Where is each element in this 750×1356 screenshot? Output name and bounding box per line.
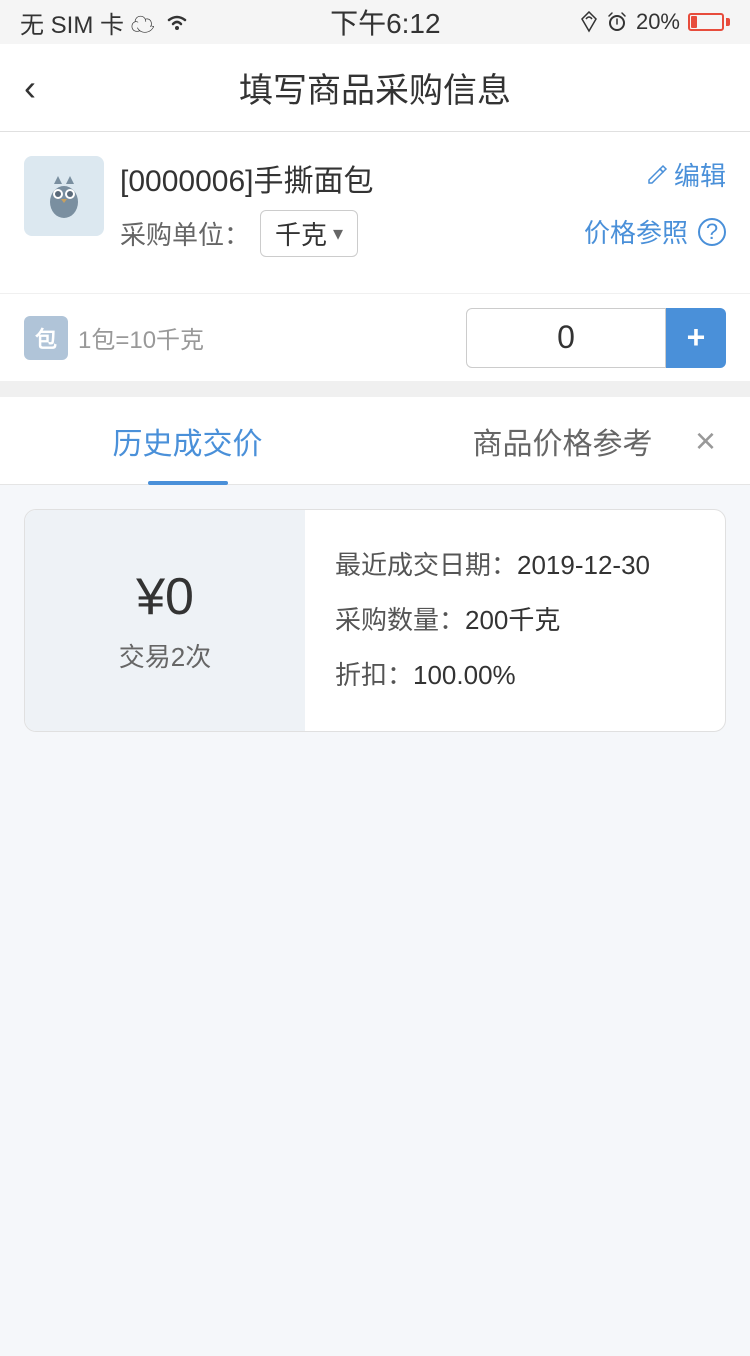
brand-logo-icon: [36, 168, 92, 224]
price-ref-label: 价格参照: [584, 213, 688, 250]
tab-content: ¥0 交易2次 最近成交日期：2019-12-30 采购数量：200千克 折扣：…: [0, 485, 750, 756]
unit-value: 千克: [275, 215, 327, 252]
discount-label: 折扣：: [335, 660, 413, 690]
status-bar: 无 SIM 卡 ☁ 下午6:12 20%: [0, 0, 750, 44]
price-ref-button[interactable]: 价格参照 ?: [584, 213, 726, 250]
product-unit-row: 采购单位： 千克 ▾: [120, 210, 373, 257]
unit-badge: 包: [24, 316, 68, 360]
location-icon: [580, 11, 598, 33]
status-time: 下午6:12: [330, 2, 441, 42]
price-detail-date: 最近成交日期：2019-12-30: [335, 546, 695, 585]
price-trade-count: 交易2次: [119, 637, 211, 674]
tab-active-underline: [148, 481, 228, 485]
edit-icon: [646, 164, 668, 186]
nav-bar: ‹ 填写商品采购信息: [0, 44, 750, 132]
discount-value: 100.00%: [413, 660, 516, 690]
unit-conversion: 1包=10千克: [78, 320, 204, 355]
battery-percent: 20%: [636, 9, 680, 35]
product-name: [0000006]手撕面包: [120, 156, 373, 200]
price-ref-help-icon: ?: [698, 218, 726, 246]
product-actions: 编辑 价格参照 ?: [584, 156, 726, 250]
plus-icon: +: [687, 319, 706, 356]
price-card: ¥0 交易2次 最近成交日期：2019-12-30 采购数量：200千克 折扣：…: [24, 509, 726, 732]
price-value: ¥0: [136, 567, 194, 627]
qty-label: 采购数量：: [335, 605, 465, 635]
qty-value: 200千克: [465, 605, 560, 635]
status-left: 无 SIM 卡 ☁: [20, 5, 191, 40]
bottom-area: [0, 756, 750, 1356]
quantity-section: 包 1包=10千克 +: [0, 293, 750, 381]
price-detail-discount: 折扣：100.00%: [335, 656, 695, 695]
product-header: [0000006]手撕面包 采购单位： 千克 ▾ 编辑: [24, 156, 726, 257]
chevron-down-icon: ▾: [333, 221, 343, 246]
section-divider: [0, 381, 750, 397]
status-right: 20%: [580, 9, 730, 35]
product-thumbnail: [24, 156, 104, 236]
product-left: [0000006]手撕面包 采购单位： 千克 ▾: [24, 156, 373, 257]
edit-label: 编辑: [674, 156, 726, 193]
quantity-input-row: +: [466, 308, 726, 368]
edit-button[interactable]: 编辑: [646, 156, 726, 193]
battery-icon: [688, 13, 730, 31]
tab-price-ref-label: 商品价格参考: [473, 419, 653, 463]
sim-signal: 无 SIM 卡 ☁: [20, 5, 155, 40]
price-card-right: 最近成交日期：2019-12-30 采购数量：200千克 折扣：100.00%: [305, 510, 725, 731]
price-detail-qty: 采购数量：200千克: [335, 601, 695, 640]
alarm-icon: [606, 11, 628, 33]
tab-history-price[interactable]: 历史成交价: [0, 397, 375, 485]
tabs-header: 历史成交价 商品价格参考 ×: [0, 397, 750, 485]
back-button[interactable]: ‹: [24, 67, 36, 109]
tab-history-label: 历史成交价: [113, 419, 263, 463]
price-card-left: ¥0 交易2次: [25, 510, 305, 731]
tabs-close-button[interactable]: ×: [685, 410, 726, 472]
page-title: 填写商品采购信息: [239, 63, 511, 112]
quantity-input[interactable]: [466, 308, 666, 368]
quantity-plus-button[interactable]: +: [666, 308, 726, 368]
unit-dropdown[interactable]: 千克 ▾: [260, 210, 358, 257]
unit-label: 采购单位：: [120, 215, 250, 252]
wifi-icon: [163, 12, 191, 32]
date-value: 2019-12-30: [517, 550, 650, 580]
tabs-section: 历史成交价 商品价格参考 × ¥0 交易2次 最近成交日期：2019-12-30…: [0, 397, 750, 756]
date-label: 最近成交日期：: [335, 550, 517, 580]
product-info: [0000006]手撕面包 采购单位： 千克 ▾: [120, 156, 373, 257]
quantity-label: 包 1包=10千克: [24, 316, 204, 360]
product-section: [0000006]手撕面包 采购单位： 千克 ▾ 编辑: [0, 132, 750, 293]
